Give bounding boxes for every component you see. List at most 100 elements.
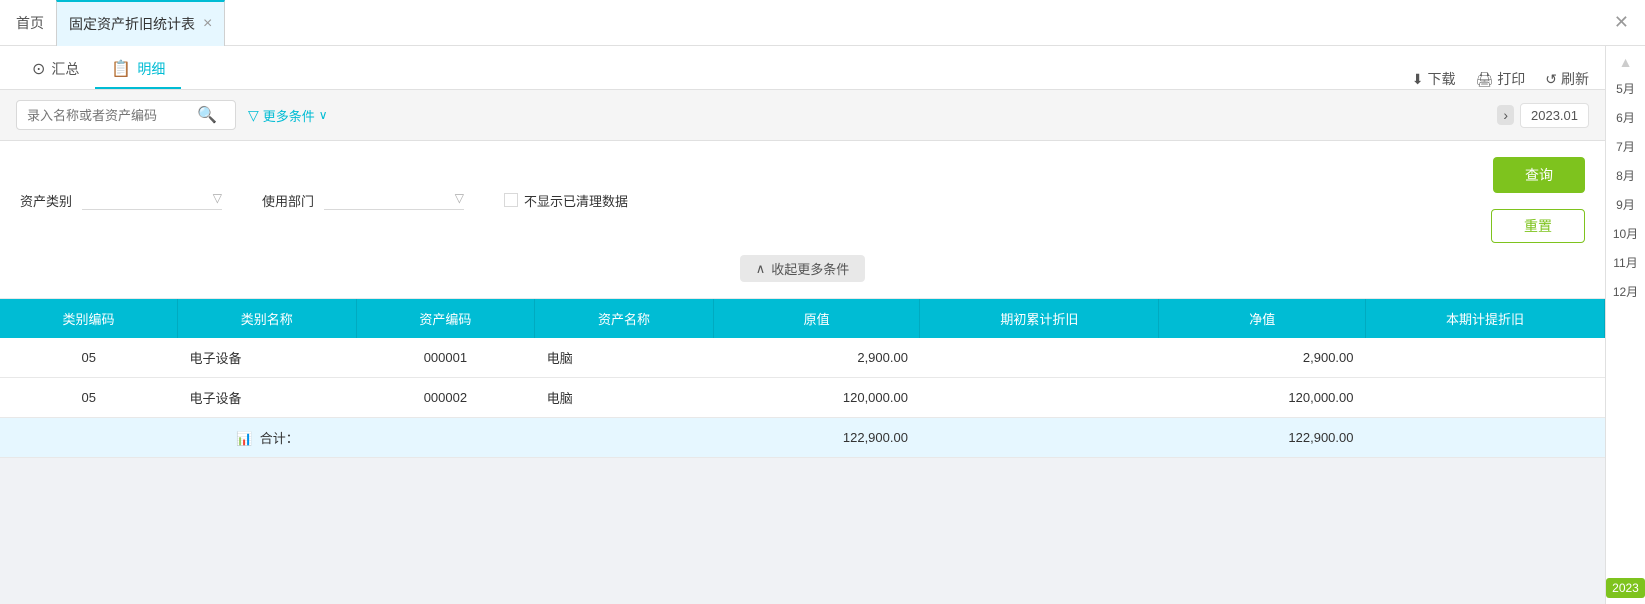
more-conditions-label: 更多条件 <box>263 106 315 125</box>
download-label: 下载 <box>1427 69 1455 89</box>
expand-arrow-icon[interactable]: › <box>1497 105 1514 125</box>
col-original-value: 原值 <box>713 299 920 338</box>
print-label: 打印 <box>1497 69 1525 89</box>
main-content: ⊙ 汇总 📋 明细 ⬇ 下载 🖨 打印 ↺ 刷新 <box>0 46 1605 458</box>
no-clear-checkbox-item: 不显示已清理数据 <box>504 191 628 210</box>
cell-asset-code: 000001 <box>356 338 535 378</box>
print-icon: 🖨 <box>1475 71 1493 88</box>
total-net-value: 122,900.00 <box>1159 418 1366 458</box>
sidebar-month-item[interactable]: 8月 <box>1613 161 1638 190</box>
table-container: 类别编码 类别名称 资产编码 资产名称 原值 期初累计折旧 净值 本期计提折旧 … <box>0 299 1605 458</box>
dept-label: 使用部门 <box>262 191 314 210</box>
table-row: 05 电子设备 000002 电脑 120,000.00 120,000.00 <box>0 378 1605 418</box>
cell-asset-name: 电脑 <box>535 338 714 378</box>
sidebar-up-arrow[interactable]: ▲ <box>1615 50 1637 74</box>
dept-filter: 使用部门 ▽ <box>262 191 464 210</box>
tab-summary-label: 汇总 <box>51 59 79 79</box>
asset-type-filter: 资产类别 ▽ <box>20 191 222 210</box>
asset-type-select[interactable]: ▽ <box>82 191 222 210</box>
top-bar: 首页 固定资产折旧统计表 × ✕ <box>0 0 1645 46</box>
right-sidebar: ▲ 5月6月7月8月9月10月11月12月 2023 <box>1605 46 1645 604</box>
date-display: 2023.01 <box>1520 103 1589 128</box>
refresh-label: 刷新 <box>1561 69 1589 89</box>
total-asset-name <box>535 418 714 458</box>
col-category-code: 类别编码 <box>0 299 177 338</box>
tab-summary[interactable]: ⊙ 汇总 <box>16 51 95 89</box>
col-category-name: 类别名称 <box>177 299 356 338</box>
cell-accumulated-depreciation <box>920 378 1159 418</box>
total-label: 合计： <box>260 431 299 446</box>
collapse-up-icon: ∧ <box>756 261 766 277</box>
col-asset-code: 资产编码 <box>356 299 535 338</box>
filter-row: 资产类别 ▽ 使用部门 ▽ 不显示已清理数据 <box>20 157 1585 243</box>
table-header-row: 类别编码 类别名称 资产编码 资产名称 原值 期初累计折旧 净值 本期计提折旧 <box>0 299 1605 338</box>
active-tab[interactable]: 固定资产折旧统计表 × <box>56 0 225 46</box>
total-accumulated <box>920 418 1159 458</box>
sidebar-month-item[interactable]: 6月 <box>1613 103 1638 132</box>
toolbar-right: ⬇ 下载 🖨 打印 ↺ 刷新 <box>1412 69 1589 89</box>
filter-section: 资产类别 ▽ 使用部门 ▽ 不显示已清理数据 <box>0 141 1605 299</box>
query-button[interactable]: 查询 <box>1493 157 1585 193</box>
cell-net-value: 2,900.00 <box>1159 338 1366 378</box>
sidebar-month-item[interactable]: 11月 <box>1613 248 1638 277</box>
col-asset-name: 资产名称 <box>535 299 714 338</box>
total-row: 📊 合计： 122,900.00 122,900.00 <box>0 418 1605 458</box>
asset-type-chevron-icon: ▽ <box>213 191 222 205</box>
cell-accumulated-depreciation <box>920 338 1159 378</box>
cell-asset-code: 000002 <box>356 378 535 418</box>
sidebar-month-item[interactable]: 7月 <box>1613 132 1638 161</box>
search-icon[interactable]: 🔍 <box>197 105 217 125</box>
print-button[interactable]: 🖨 打印 <box>1475 69 1525 89</box>
year-badge[interactable]: 2023 <box>1606 578 1645 598</box>
cell-asset-name: 电脑 <box>535 378 714 418</box>
cell-category-name: 电子设备 <box>177 338 356 378</box>
total-original-value: 122,900.00 <box>713 418 920 458</box>
search-bar: 🔍 ▽ 更多条件 ∨ › 2023.01 <box>0 90 1605 141</box>
sidebar-month-item[interactable]: 5月 <box>1613 74 1638 103</box>
sub-tabs: ⊙ 汇总 📋 明细 ⬇ 下载 🖨 打印 ↺ 刷新 <box>0 46 1605 90</box>
col-accumulated-depreciation: 期初累计折旧 <box>920 299 1159 338</box>
col-period-depreciation: 本期计提折旧 <box>1366 299 1605 338</box>
search-input[interactable] <box>27 108 197 123</box>
total-period <box>1366 418 1605 458</box>
no-clear-checkbox[interactable] <box>504 193 518 207</box>
filter-icon: ▽ <box>248 107 259 124</box>
asset-type-label: 资产类别 <box>20 191 72 210</box>
active-tab-label: 固定资产折旧统计表 <box>69 14 195 34</box>
data-table: 类别编码 类别名称 资产编码 资产名称 原值 期初累计折旧 净值 本期计提折旧 … <box>0 299 1605 458</box>
close-icon[interactable]: × <box>203 15 212 33</box>
download-button[interactable]: ⬇ 下载 <box>1412 69 1456 89</box>
refresh-icon: ↺ <box>1545 71 1557 88</box>
collapse-button[interactable]: ∧ 收起更多条件 <box>740 255 866 282</box>
cell-category-code: 05 <box>0 378 177 418</box>
dept-chevron-icon: ▽ <box>455 191 464 205</box>
window-close-icon[interactable]: ✕ <box>1614 12 1629 33</box>
search-input-wrap: 🔍 <box>16 100 236 130</box>
download-icon: ⬇ <box>1412 71 1424 88</box>
cell-period-depreciation <box>1366 378 1605 418</box>
home-link[interactable]: 首页 <box>16 13 44 33</box>
summary-icon: ⊙ <box>32 59 45 79</box>
cell-category-name: 电子设备 <box>177 378 356 418</box>
cell-period-depreciation <box>1366 338 1605 378</box>
sidebar-month-item[interactable]: 12月 <box>1613 277 1638 306</box>
table-row: 05 电子设备 000001 电脑 2,900.00 2,900.00 <box>0 338 1605 378</box>
tab-detail-label: 明细 <box>137 59 165 79</box>
cell-original-value: 2,900.00 <box>713 338 920 378</box>
reset-button[interactable]: 重置 <box>1491 209 1585 243</box>
cell-original-value: 120,000.00 <box>713 378 920 418</box>
no-clear-label: 不显示已清理数据 <box>524 191 628 210</box>
total-icon-cell: 📊 合计： <box>0 418 535 458</box>
more-conditions-button[interactable]: ▽ 更多条件 ∨ <box>248 106 328 125</box>
refresh-button[interactable]: ↺ 刷新 <box>1545 69 1589 89</box>
chevron-down-icon: ∨ <box>319 108 328 122</box>
cell-category-code: 05 <box>0 338 177 378</box>
dept-select[interactable]: ▽ <box>324 191 464 210</box>
tab-detail[interactable]: 📋 明细 <box>95 51 181 89</box>
sidebar-month-item[interactable]: 10月 <box>1613 219 1638 248</box>
sidebar-month-item[interactable]: 9月 <box>1613 190 1638 219</box>
col-net-value: 净值 <box>1159 299 1366 338</box>
detail-icon: 📋 <box>111 59 131 79</box>
collapse-label: 收起更多条件 <box>771 259 849 278</box>
cell-net-value: 120,000.00 <box>1159 378 1366 418</box>
